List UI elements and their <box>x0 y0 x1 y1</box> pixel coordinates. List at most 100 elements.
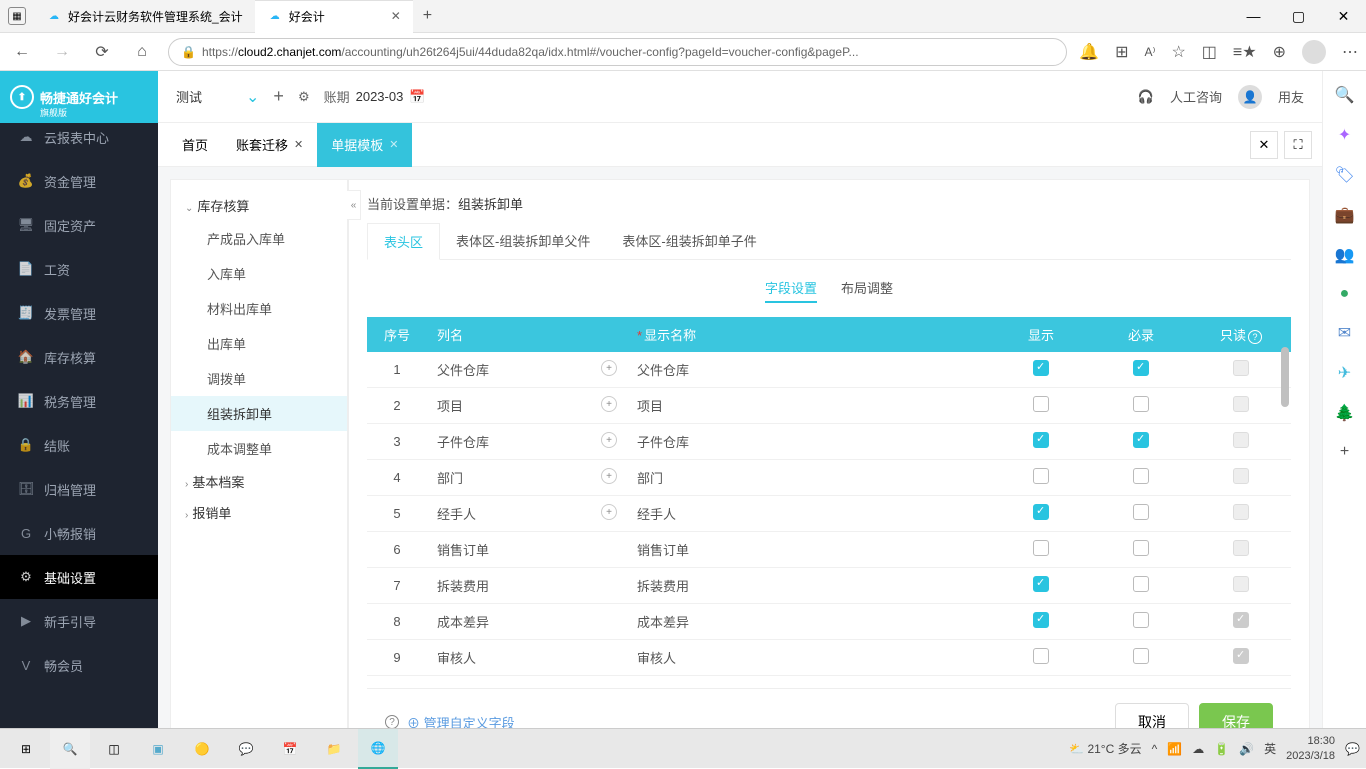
fullscreen-button[interactable]: ⛶ <box>1284 131 1312 159</box>
weather[interactable]: ⛅ 21°C 多云 <box>1069 740 1141 757</box>
favorites-bar-icon[interactable]: ≡★ <box>1233 42 1257 62</box>
avatar[interactable]: 👤 <box>1238 85 1262 109</box>
checkbox[interactable] <box>1133 396 1149 412</box>
calendar-icon[interactable]: 📅 <box>270 729 310 769</box>
url-input[interactable]: 🔒 https://cloud2.chanjet.com/accounting/… <box>168 38 1067 66</box>
tree-item[interactable]: 材料出库单 <box>171 291 347 326</box>
viewtab[interactable]: 字段设置 <box>765 274 817 303</box>
nav-item[interactable]: 📊税务管理 <box>0 379 158 423</box>
checkbox[interactable] <box>1033 504 1049 520</box>
nav-item[interactable]: 🔒结账 <box>0 423 158 467</box>
wifi-icon[interactable]: 📶 <box>1167 742 1182 756</box>
checkbox[interactable] <box>1033 648 1049 664</box>
menu-button[interactable]: ⋯ <box>1342 42 1358 62</box>
edge-tool[interactable]: + <box>1340 443 1349 461</box>
close-icon[interactable]: ✕ <box>389 138 398 151</box>
splitview-icon[interactable]: ◫ <box>1202 42 1217 62</box>
nav-item[interactable]: 🧾发票管理 <box>0 291 158 335</box>
checkbox[interactable] <box>1133 360 1149 376</box>
close-button[interactable]: ✕ <box>1321 0 1366 33</box>
browser-tab-2[interactable]: ☁ 好会计 ✕ <box>255 0 413 33</box>
maximize-button[interactable]: ▢ <box>1276 0 1321 33</box>
nav-item[interactable]: 📄工资 <box>0 247 158 291</box>
extensions-icon[interactable]: ⊞ <box>1115 42 1128 62</box>
tree-item[interactable]: 调拨单 <box>171 361 347 396</box>
refresh-button[interactable]: ⟳ <box>88 38 116 66</box>
display-name-cell[interactable]: 项目 <box>627 388 991 424</box>
checkbox[interactable] <box>1133 432 1149 448</box>
edge-tool[interactable]: 🔍 <box>1335 85 1355 105</box>
company-dropdown[interactable]: 测试 ⌄ <box>176 87 259 107</box>
page-tab[interactable]: 账套迁移✕ <box>222 123 317 167</box>
close-all-tabs[interactable]: ✕ <box>1250 131 1278 159</box>
add-icon[interactable]: + <box>601 360 617 376</box>
nav-item[interactable]: 🏠库存核算 <box>0 335 158 379</box>
tree-item[interactable]: 组装拆卸单 <box>171 396 347 431</box>
edge-tool[interactable]: 💼 <box>1335 205 1355 225</box>
wechat-icon[interactable]: 💬 <box>226 729 266 769</box>
edge-tool[interactable]: ● <box>1340 285 1350 303</box>
nav-item[interactable]: ▶新手引导 <box>0 599 158 643</box>
period-selector[interactable]: 账期 2023-03 📅 <box>324 87 426 106</box>
browser-tab-1[interactable]: ☁ 好会计云财务软件管理系统_会计 <box>34 0 255 33</box>
display-name-cell[interactable]: 审核人 <box>627 640 991 676</box>
display-name-cell[interactable]: 成本差异 <box>627 604 991 640</box>
checkbox[interactable] <box>1133 468 1149 484</box>
display-name-cell[interactable]: 部门 <box>627 460 991 496</box>
search-button[interactable]: 🔍 <box>50 729 90 769</box>
tree-item[interactable]: 出库单 <box>171 326 347 361</box>
nav-item[interactable]: 🗄归档管理 <box>0 467 158 511</box>
add-icon[interactable]: + <box>601 468 617 484</box>
scrollbar[interactable] <box>1281 317 1291 688</box>
checkbox[interactable] <box>1033 396 1049 412</box>
checkbox[interactable] <box>1133 576 1149 592</box>
page-tab[interactable]: 首页 <box>168 123 222 167</box>
edge-tool[interactable]: 🏷 <box>1334 165 1354 185</box>
add-icon[interactable]: + <box>601 432 617 448</box>
edge-tool[interactable]: 🌲 <box>1335 403 1355 423</box>
page-tab[interactable]: 单据模板✕ <box>317 123 412 167</box>
checkbox[interactable] <box>1033 540 1049 556</box>
start-button[interactable]: ⊞ <box>6 729 46 769</box>
tree-group-basic[interactable]: ›基本档案 <box>171 466 347 497</box>
battery-icon[interactable]: 🔋 <box>1214 742 1229 756</box>
collections-icon[interactable]: ⊕ <box>1273 42 1286 62</box>
tree-item[interactable]: 成本调整单 <box>171 431 347 466</box>
edge-tool[interactable]: ✦ <box>1338 125 1351 145</box>
checkbox[interactable] <box>1033 612 1049 628</box>
tree-group-expense[interactable]: ›报销单 <box>171 497 347 528</box>
subtab[interactable]: 表体区-组装拆卸单父件 <box>440 223 606 259</box>
help-icon[interactable]: ? <box>385 715 399 729</box>
subtab[interactable]: 表头区 <box>367 223 440 260</box>
display-name-cell[interactable]: 子件仓库 <box>627 424 991 460</box>
edge-tool[interactable]: 👥 <box>1335 245 1355 265</box>
nav-item[interactable]: G小畅报销 <box>0 511 158 555</box>
checkbox[interactable] <box>1133 648 1149 664</box>
viewtab[interactable]: 布局调整 <box>841 274 893 303</box>
nav-item[interactable]: ⚙基础设置 <box>0 555 158 599</box>
new-tab-button[interactable]: + <box>413 7 442 25</box>
nav-item[interactable]: 🖥固定资产 <box>0 203 158 247</box>
clock[interactable]: 18:30 2023/3/18 <box>1286 734 1335 763</box>
display-name-cell[interactable]: 父件仓库 <box>627 352 991 388</box>
user-name[interactable]: 用友 <box>1278 87 1304 106</box>
notification-icon[interactable]: 🔔 <box>1079 42 1099 62</box>
read-aloud-icon[interactable]: A⁾ <box>1144 45 1155 59</box>
notifications-icon[interactable]: 💬 <box>1345 742 1360 756</box>
checkbox[interactable] <box>1133 612 1149 628</box>
back-button[interactable]: ← <box>8 38 36 66</box>
tree-item[interactable]: 入库单 <box>171 256 347 291</box>
add-icon[interactable]: + <box>601 504 617 520</box>
favorite-icon[interactable]: ☆ <box>1171 42 1185 62</box>
checkbox[interactable] <box>1033 432 1049 448</box>
edge-tool[interactable]: ✈ <box>1338 363 1351 383</box>
onedrive-icon[interactable]: ☁ <box>1192 742 1204 756</box>
tray-chevron[interactable]: ^ <box>1152 742 1158 756</box>
edge-icon[interactable]: 🌐 <box>358 729 398 769</box>
checkbox[interactable] <box>1033 468 1049 484</box>
tree-group-inventory[interactable]: ⌄库存核算 <box>171 190 347 221</box>
checkbox[interactable] <box>1133 504 1149 520</box>
support-icon[interactable]: 🎧 <box>1138 89 1154 105</box>
explorer-icon[interactable]: ▣ <box>138 729 178 769</box>
tree-item[interactable]: 产成品入库单 <box>171 221 347 256</box>
